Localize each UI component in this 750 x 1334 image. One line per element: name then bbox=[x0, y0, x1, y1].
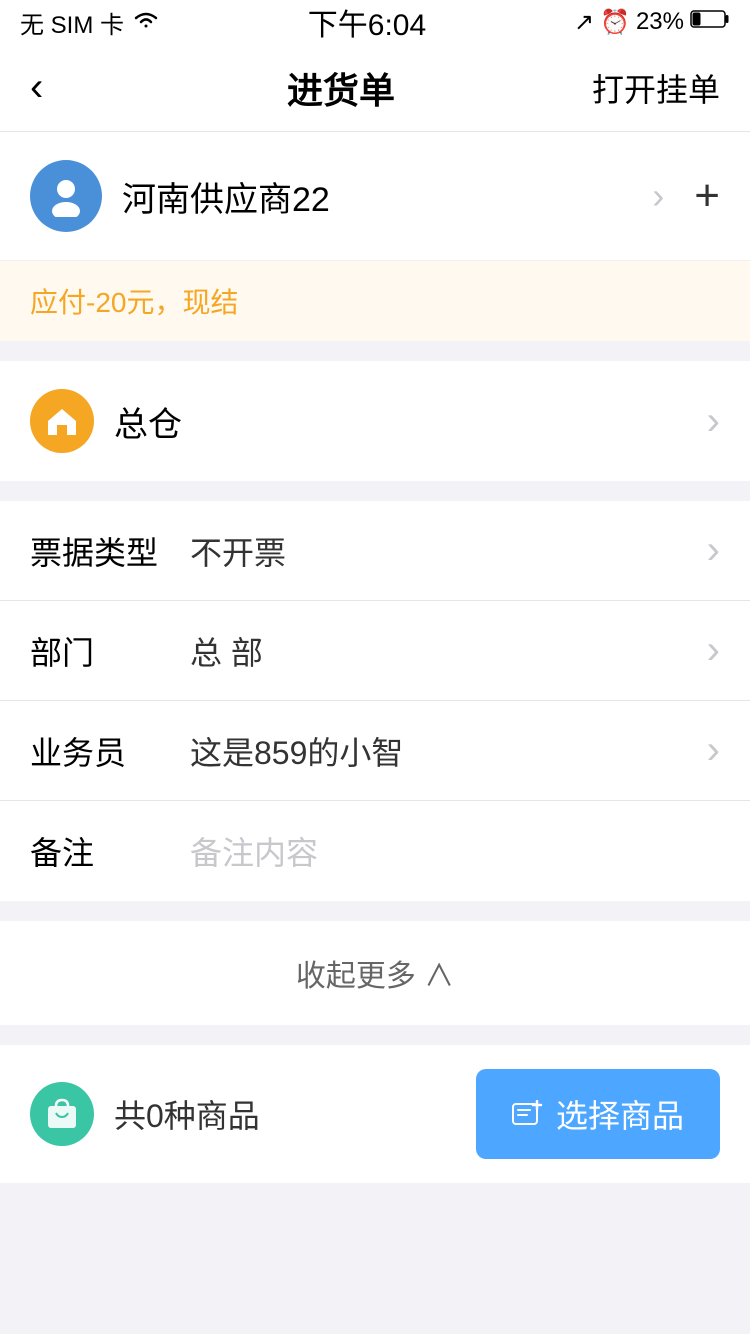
product-bag-icon bbox=[44, 1096, 80, 1132]
warehouse-chevron-icon bbox=[707, 399, 720, 444]
location-icon: ↗ bbox=[574, 8, 594, 37]
warehouse-icon bbox=[30, 389, 94, 453]
wifi-icon bbox=[132, 8, 160, 37]
collapse-label: 收起更多 ∧ bbox=[296, 951, 454, 995]
invoice-type-value: 不开票 bbox=[170, 528, 707, 574]
select-product-label: 选择商品 bbox=[556, 1091, 684, 1137]
add-supplier-button[interactable]: + bbox=[694, 171, 720, 221]
remark-input[interactable]: 备注内容 bbox=[170, 828, 720, 874]
remark-label: 备注 bbox=[30, 828, 170, 874]
carrier-label: 无 SIM 卡 bbox=[20, 5, 124, 40]
invoice-type-row[interactable]: 票据类型 不开票 bbox=[0, 501, 750, 601]
department-value: 总 部 bbox=[170, 628, 707, 674]
home-icon bbox=[44, 403, 80, 439]
salesperson-row[interactable]: 业务员 这是859的小智 bbox=[0, 701, 750, 801]
department-chevron-icon bbox=[707, 628, 720, 673]
remark-row[interactable]: 备注 备注内容 bbox=[0, 801, 750, 901]
status-right: ↗ ⏰ 23% bbox=[574, 8, 730, 37]
battery-label: 23% bbox=[636, 8, 684, 36]
salesperson-chevron-icon bbox=[707, 728, 720, 773]
department-label: 部门 bbox=[30, 628, 170, 674]
status-bar: 无 SIM 卡 下午6:04 ↗ ⏰ 23% bbox=[0, 0, 750, 44]
alarm-icon: ⏰ bbox=[600, 8, 630, 37]
supplier-card: 河南供应商22 › + 应付-20元，现结 bbox=[0, 132, 750, 341]
department-row[interactable]: 部门 总 部 bbox=[0, 601, 750, 701]
salesperson-label: 业务员 bbox=[30, 728, 170, 774]
add-product-icon bbox=[512, 1100, 544, 1128]
person-icon bbox=[45, 175, 87, 217]
supplier-name: 河南供应商22 bbox=[122, 172, 652, 221]
invoice-type-label: 票据类型 bbox=[30, 528, 170, 574]
supplier-chevron-icon: › bbox=[652, 175, 664, 217]
main-content: 河南供应商22 › + 应付-20元，现结 总仓 票据类型 不开票 bbox=[0, 132, 750, 1183]
warehouse-name: 总仓 bbox=[114, 397, 707, 446]
select-product-button[interactable]: 选择商品 bbox=[476, 1069, 720, 1159]
product-icon bbox=[30, 1082, 94, 1146]
invoice-type-chevron-icon bbox=[707, 528, 720, 573]
supplier-row[interactable]: 河南供应商22 › + bbox=[0, 132, 750, 261]
nav-bar: ‹ 进货单 打开挂单 bbox=[0, 44, 750, 132]
battery-icon bbox=[690, 8, 730, 36]
salesperson-value: 这是859的小智 bbox=[170, 728, 707, 774]
product-count: 共0种商品 bbox=[114, 1091, 456, 1137]
supplier-avatar bbox=[30, 160, 102, 232]
open-pending-button[interactable]: 打开挂单 bbox=[592, 65, 720, 111]
back-button[interactable]: ‹ bbox=[30, 65, 90, 110]
form-card: 票据类型 不开票 部门 总 部 业务员 这是859的小智 备注 备注内容 bbox=[0, 501, 750, 901]
status-left: 无 SIM 卡 bbox=[20, 5, 160, 40]
notice-banner: 应付-20元，现结 bbox=[0, 261, 750, 341]
collapse-button[interactable]: 收起更多 ∧ bbox=[0, 921, 750, 1025]
status-time: 下午6:04 bbox=[308, 0, 426, 44]
warehouse-card[interactable]: 总仓 bbox=[0, 361, 750, 481]
product-bar: 共0种商品 选择商品 bbox=[0, 1045, 750, 1183]
page-title: 进货单 bbox=[287, 62, 395, 114]
warehouse-row[interactable]: 总仓 bbox=[0, 361, 750, 481]
